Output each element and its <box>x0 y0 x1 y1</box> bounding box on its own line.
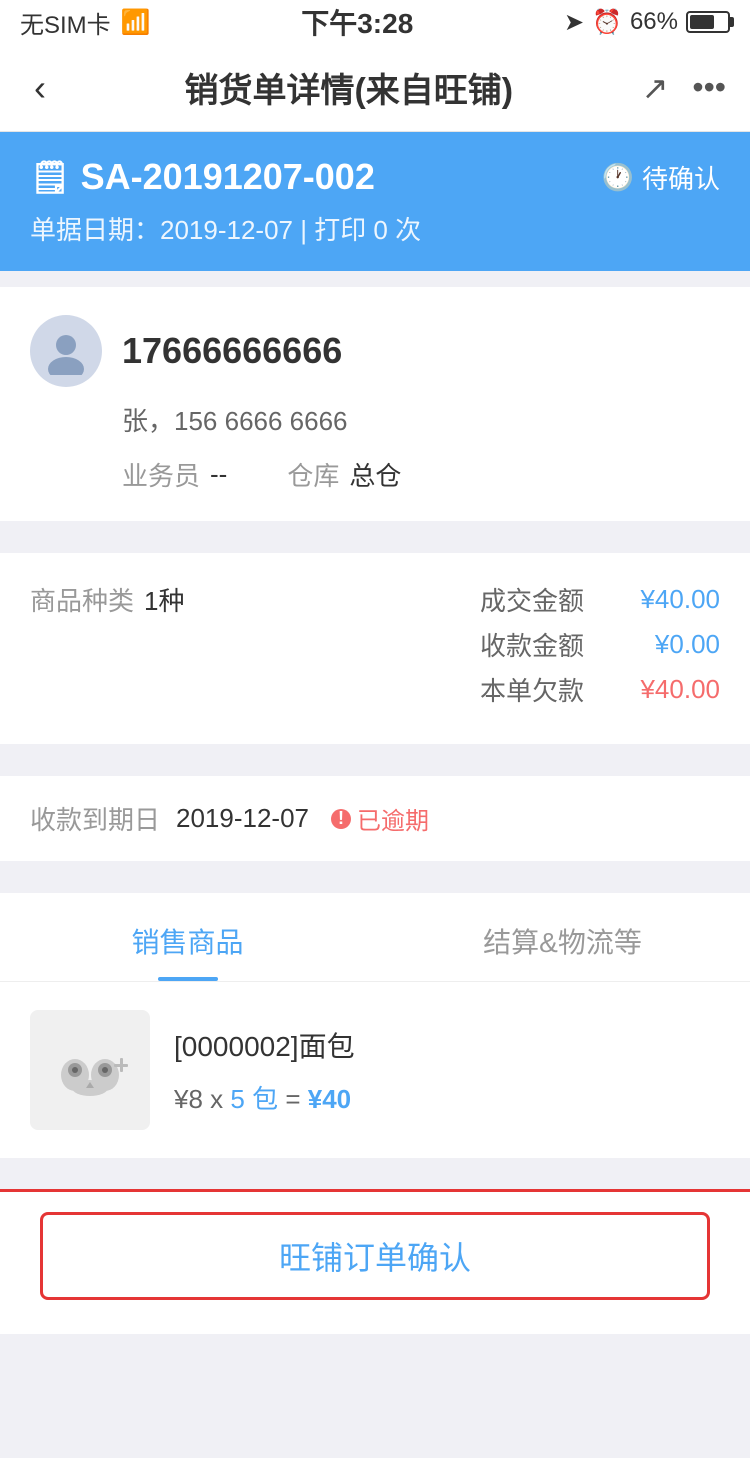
product-price: ¥8 x 5 包 = ¥40 <box>174 1079 720 1116</box>
product-info: [0000002]面包 ¥8 x 5 包 = ¥40 <box>174 1025 720 1116</box>
due-amount-row: 本单欠款 ¥40.00 <box>480 671 720 708</box>
product-card: [0000002]面包 ¥8 x 5 包 = ¥40 <box>0 982 750 1158</box>
confirm-order-button[interactable]: 旺铺订单确认 <box>40 1212 710 1300</box>
alarm-icon: ⏰ <box>592 8 622 37</box>
customer-name: 张，156 6666 6666 <box>30 401 720 438</box>
due-amount-value: ¥40.00 <box>600 674 720 705</box>
price-value: ¥8 <box>174 1084 203 1114</box>
order-meta: 单据日期：2019-12-07 | 打印 0 次 <box>30 210 720 247</box>
tab-sales[interactable]: 销售商品 <box>0 893 375 981</box>
location-icon: ➤ <box>564 8 584 37</box>
product-type-label: 商品种类 <box>30 581 134 618</box>
back-button[interactable]: ‹ <box>24 57 56 119</box>
nav-bar: ‹ 销货单详情(来自旺铺) ↗ ••• <box>0 44 750 132</box>
overdue-badge: ! 已逾期 <box>331 801 429 836</box>
product-image <box>30 1010 150 1130</box>
salesperson-label: 业务员 <box>122 456 200 493</box>
bottom-bar: 旺铺订单确认 <box>0 1189 750 1334</box>
warehouse-label: 仓库 <box>287 456 339 493</box>
product-type-section: 商品种类 1种 <box>30 581 184 618</box>
header-top: 🗒 SA-20191207-002 🕐 待确认 <box>30 156 720 198</box>
clock-icon: 🕐 <box>602 162 634 193</box>
unit-value: 包 <box>252 1084 278 1114</box>
order-number: 🗒 SA-20191207-002 <box>30 156 375 198</box>
divider-2 <box>0 744 750 760</box>
order-icon: 🗒 <box>30 158 71 196</box>
nav-actions: ↗ ••• <box>642 69 726 107</box>
equals-sign: = <box>285 1084 307 1114</box>
more-icon[interactable]: ••• <box>692 69 726 106</box>
share-icon[interactable]: ↗ <box>642 69 669 107</box>
deal-amount-value: ¥40.00 <box>600 584 720 615</box>
salesperson-value: -- <box>210 459 227 490</box>
order-status: 🕐 待确认 <box>602 159 720 196</box>
due-date-card: 收款到期日 2019-12-07 ! 已逾期 <box>0 776 750 861</box>
warehouse-item: 仓库 总仓 <box>287 456 401 493</box>
summary-card: 商品种类 1种 成交金额 ¥40.00 收款金额 ¥0.00 本单欠款 ¥40.… <box>0 553 750 744</box>
received-amount-label: 收款金额 <box>480 626 584 663</box>
due-date-value: 2019-12-07 <box>176 803 309 834</box>
warehouse-value: 总仓 <box>349 456 401 493</box>
avatar <box>30 315 102 387</box>
battery-icon <box>686 11 730 33</box>
tab-settlement[interactable]: 结算&物流等 <box>375 893 750 981</box>
amounts-section: 成交金额 ¥40.00 收款金额 ¥0.00 本单欠款 ¥40.00 <box>480 581 720 716</box>
due-amount-label: 本单欠款 <box>480 671 584 708</box>
summary-row: 商品种类 1种 成交金额 ¥40.00 收款金额 ¥0.00 本单欠款 ¥40.… <box>30 581 720 716</box>
carrier-text: 无SIM卡 <box>20 5 111 40</box>
order-header-card: 🗒 SA-20191207-002 🕐 待确认 单据日期：2019-12-07 … <box>0 132 750 271</box>
battery-text: 66% <box>630 8 678 36</box>
status-right: ➤ ⏰ 66% <box>564 8 730 37</box>
customer-phone: 17666666666 <box>122 330 342 372</box>
customer-meta: 业务员 -- 仓库 总仓 <box>30 456 720 493</box>
overdue-dot-icon: ! <box>331 809 351 829</box>
divider-1 <box>0 521 750 537</box>
total-value: ¥40 <box>308 1084 351 1114</box>
product-name: [0000002]面包 <box>174 1025 720 1065</box>
multiplier: x <box>210 1084 230 1114</box>
tabs-container: 销售商品 结算&物流等 <box>0 893 750 982</box>
received-amount-value: ¥0.00 <box>600 629 720 660</box>
wifi-icon: 📶 <box>121 8 151 37</box>
deal-amount-label: 成交金额 <box>480 581 584 618</box>
customer-header: 17666666666 <box>30 315 720 387</box>
quantity-value: 5 <box>230 1084 244 1114</box>
time-display: 下午3:28 <box>301 2 413 42</box>
page-title: 销货单详情(来自旺铺) <box>184 63 513 112</box>
customer-card: 17666666666 张，156 6666 6666 业务员 -- 仓库 总仓 <box>0 287 750 521</box>
status-bar: 无SIM卡 📶 下午3:28 ➤ ⏰ 66% <box>0 0 750 44</box>
deal-amount-row: 成交金额 ¥40.00 <box>480 581 720 618</box>
divider-3 <box>0 861 750 877</box>
due-date-label: 收款到期日 <box>30 800 160 837</box>
received-amount-row: 收款金额 ¥0.00 <box>480 626 720 663</box>
overdue-label: 已逾期 <box>357 801 429 836</box>
salesperson-item: 业务员 -- <box>122 456 227 493</box>
status-left: 无SIM卡 📶 <box>20 5 151 40</box>
product-type-value: 1种 <box>144 581 184 618</box>
